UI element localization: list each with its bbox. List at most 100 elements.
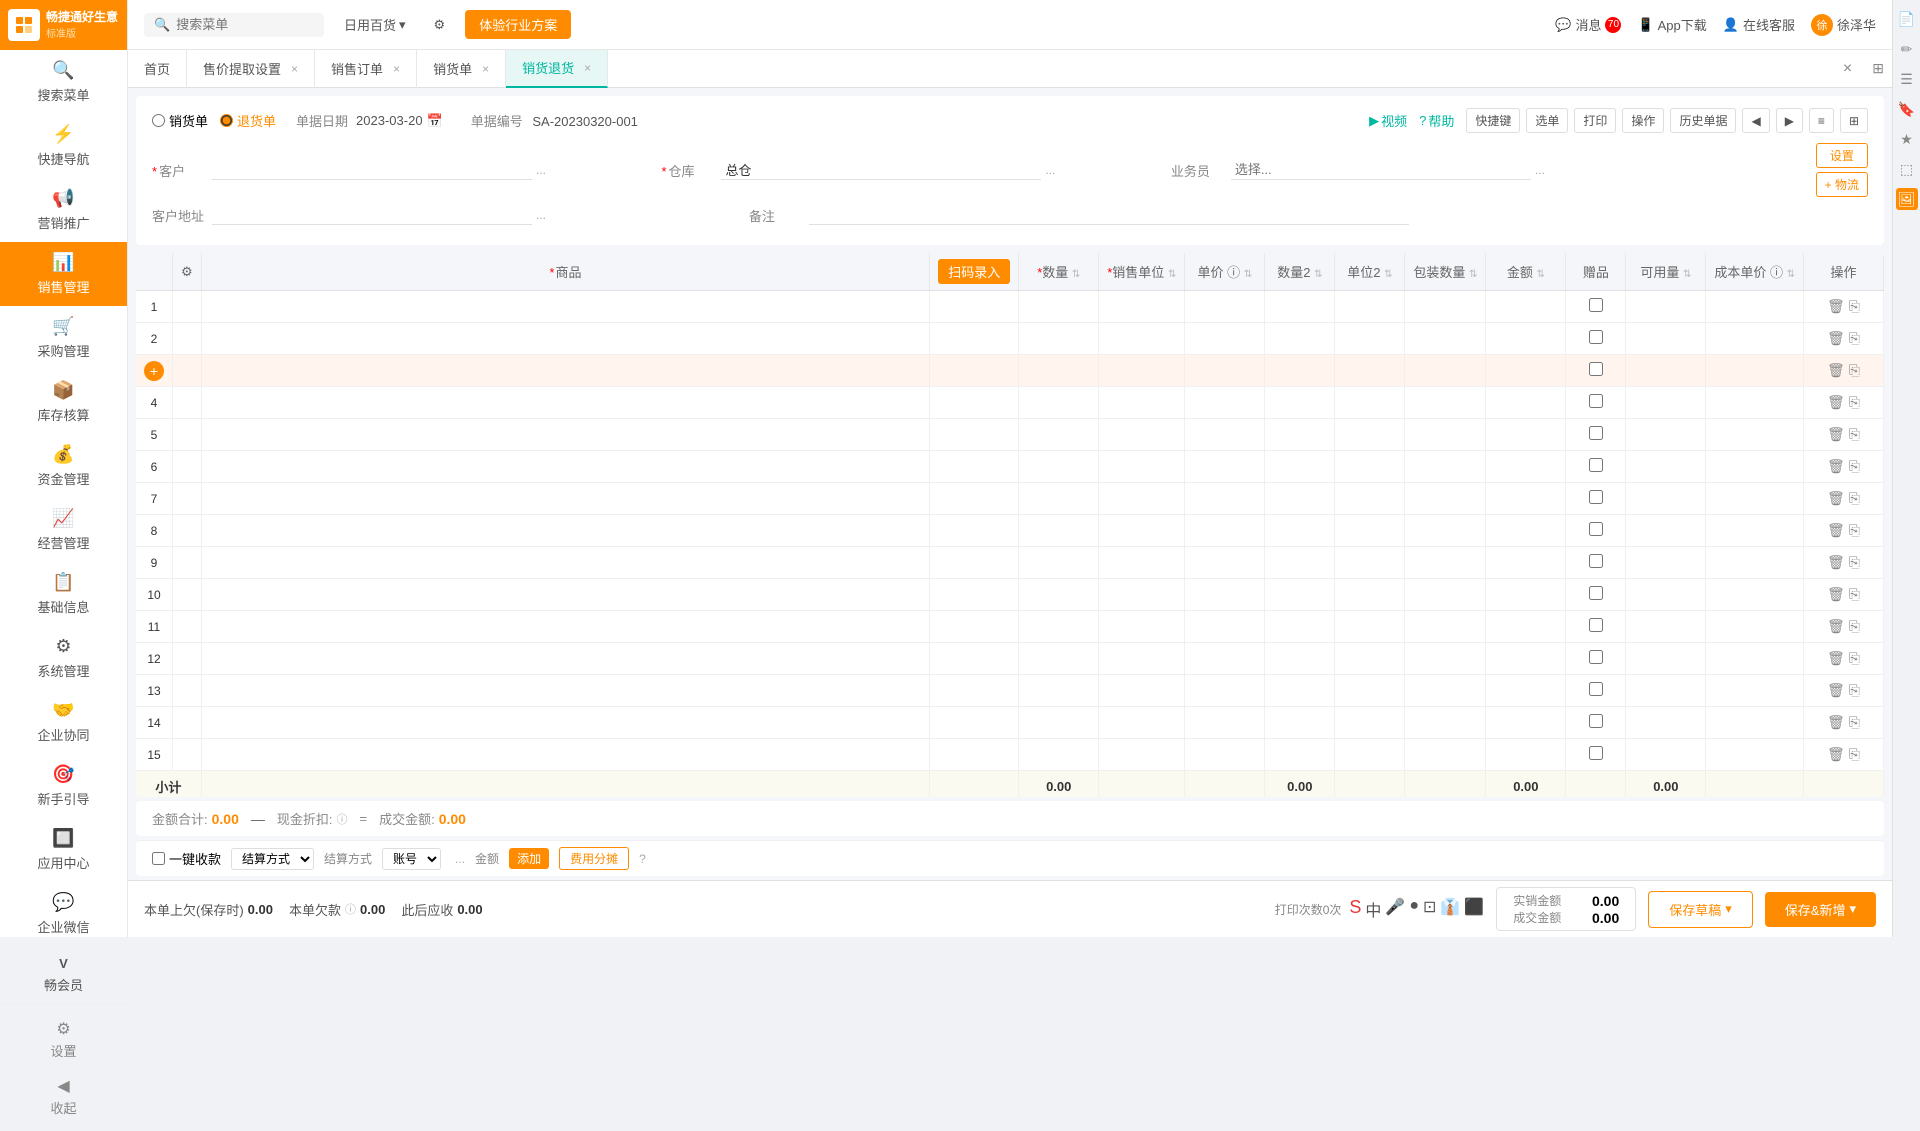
sort-icon[interactable]: ⇅: [1168, 269, 1176, 280]
unit2-cell[interactable]: [1335, 483, 1405, 515]
tab-close-icon[interactable]: ×: [584, 61, 591, 75]
product-cell[interactable]: [201, 355, 930, 387]
delete-row-btn[interactable]: 🗑: [1825, 616, 1847, 637]
save-draft-button[interactable]: 保存草稿 ▾: [1648, 891, 1753, 928]
gift-checkbox[interactable]: [1589, 714, 1603, 728]
product-cell[interactable]: [201, 451, 930, 483]
tab-home[interactable]: 首页: [128, 50, 187, 88]
qty-cell[interactable]: [1019, 483, 1099, 515]
gear-btn[interactable]: ⚙: [426, 13, 454, 37]
close-tab-btn[interactable]: ×: [1831, 60, 1864, 78]
product-cell[interactable]: [201, 419, 930, 451]
sidebar-item-quicknav[interactable]: ⚡ 快捷导航: [0, 114, 127, 178]
product-cell[interactable]: [201, 291, 930, 323]
scan-button[interactable]: 扫码录入: [938, 259, 1010, 284]
gift-checkbox[interactable]: [1589, 554, 1603, 568]
payment-method-select[interactable]: 结算方式: [231, 848, 314, 870]
prev-btn[interactable]: ◀: [1742, 108, 1769, 133]
message-btn[interactable]: 💬 消息 70: [1555, 15, 1621, 34]
col-gear[interactable]: ⚙: [173, 253, 202, 291]
product-cell[interactable]: [201, 483, 930, 515]
remark-input[interactable]: [809, 205, 1409, 225]
gift-cell[interactable]: [1566, 515, 1626, 547]
qty2-cell[interactable]: [1265, 387, 1335, 419]
amount-cell[interactable]: [1486, 355, 1566, 387]
operate-btn[interactable]: 操作: [1622, 108, 1664, 133]
gift-cell[interactable]: [1566, 547, 1626, 579]
gift-cell[interactable]: [1566, 579, 1626, 611]
copy-row-btn[interactable]: ⎘: [1847, 296, 1862, 317]
gift-checkbox[interactable]: [1589, 490, 1603, 504]
right-tool-list[interactable]: ☰: [1896, 68, 1918, 90]
unit-cell[interactable]: [1099, 355, 1185, 387]
account-picker-icon[interactable]: ...: [455, 852, 465, 866]
gift-checkbox[interactable]: [1589, 618, 1603, 632]
price-cell[interactable]: [1185, 291, 1265, 323]
gift-checkbox[interactable]: [1589, 522, 1603, 536]
warehouse-input[interactable]: [721, 160, 1041, 180]
pack-cell[interactable]: [1405, 291, 1486, 323]
qty-cell[interactable]: [1019, 323, 1099, 355]
sidebar-item-marketing[interactable]: 📢 营销推广: [0, 178, 127, 242]
pack-cell[interactable]: [1405, 611, 1486, 643]
gift-cell[interactable]: [1566, 323, 1626, 355]
unit2-cell[interactable]: [1335, 419, 1405, 451]
gift-checkbox[interactable]: [1589, 650, 1603, 664]
sidebar-item-inventory[interactable]: 📦 库存核算: [0, 370, 127, 434]
expand-tabs-btn[interactable]: ⊞: [1864, 60, 1892, 77]
price-cell[interactable]: [1185, 707, 1265, 739]
copy-row-btn[interactable]: ⎘: [1847, 616, 1862, 637]
qty2-cell[interactable]: [1265, 451, 1335, 483]
copy-row-btn[interactable]: ⎘: [1847, 744, 1862, 765]
copy-row-btn[interactable]: ⎘: [1847, 648, 1862, 669]
qty2-cell[interactable]: [1265, 419, 1335, 451]
qty-cell[interactable]: [1019, 579, 1099, 611]
price-cell[interactable]: [1185, 547, 1265, 579]
pack-cell[interactable]: [1405, 675, 1486, 707]
qty2-cell[interactable]: [1265, 355, 1335, 387]
radio-sale[interactable]: 销货单: [152, 111, 208, 130]
gift-cell[interactable]: [1566, 739, 1626, 771]
price-cell[interactable]: [1185, 675, 1265, 707]
delete-row-btn[interactable]: 🗑: [1825, 328, 1847, 349]
unit-cell[interactable]: [1099, 291, 1185, 323]
unit-cell[interactable]: [1099, 451, 1185, 483]
unit2-cell[interactable]: [1335, 675, 1405, 707]
unit-cell[interactable]: [1099, 643, 1185, 675]
pack-cell[interactable]: [1405, 739, 1486, 771]
delete-row-btn[interactable]: 🗑: [1825, 584, 1847, 605]
price-cell[interactable]: [1185, 387, 1265, 419]
tab-sales-return[interactable]: 销货退货 ×: [506, 50, 608, 88]
shortcut-btn[interactable]: 快捷键: [1466, 108, 1520, 133]
onestep-payment-checkbox[interactable]: 一键收款: [152, 849, 221, 868]
user-avatar[interactable]: 徐 徐泽华: [1811, 14, 1876, 36]
pack-cell[interactable]: [1405, 707, 1486, 739]
sidebar-item-sales[interactable]: 📊 销售管理: [0, 242, 127, 306]
qty-cell[interactable]: [1019, 419, 1099, 451]
sidebar-item-operations[interactable]: 📈 经营管理: [0, 498, 127, 562]
radio-return[interactable]: 退货单: [220, 111, 276, 130]
qty2-cell[interactable]: [1265, 547, 1335, 579]
unit-cell[interactable]: [1099, 707, 1185, 739]
pack-cell[interactable]: [1405, 483, 1486, 515]
gift-cell[interactable]: [1566, 483, 1626, 515]
promo-button[interactable]: 体验行业方案: [465, 10, 571, 39]
split-btn[interactable]: 费用分摊: [559, 847, 629, 870]
copy-row-btn[interactable]: ⎘: [1847, 424, 1862, 445]
qty-cell[interactable]: [1019, 515, 1099, 547]
gift-cell[interactable]: [1566, 643, 1626, 675]
qty-cell[interactable]: [1019, 739, 1099, 771]
qty-cell[interactable]: [1019, 707, 1099, 739]
unit-cell[interactable]: [1099, 483, 1185, 515]
product-cell[interactable]: [201, 515, 930, 547]
pack-cell[interactable]: [1405, 579, 1486, 611]
qty-cell[interactable]: [1019, 291, 1099, 323]
product-cell[interactable]: [201, 707, 930, 739]
tab-price-setting[interactable]: 售价提取设置 ×: [187, 50, 315, 88]
gift-cell[interactable]: [1566, 611, 1626, 643]
col-scan[interactable]: 扫码录入: [930, 253, 1019, 291]
unit-cell[interactable]: [1099, 387, 1185, 419]
unit2-cell[interactable]: [1335, 547, 1405, 579]
price-cell[interactable]: [1185, 355, 1265, 387]
product-cell[interactable]: [201, 611, 930, 643]
